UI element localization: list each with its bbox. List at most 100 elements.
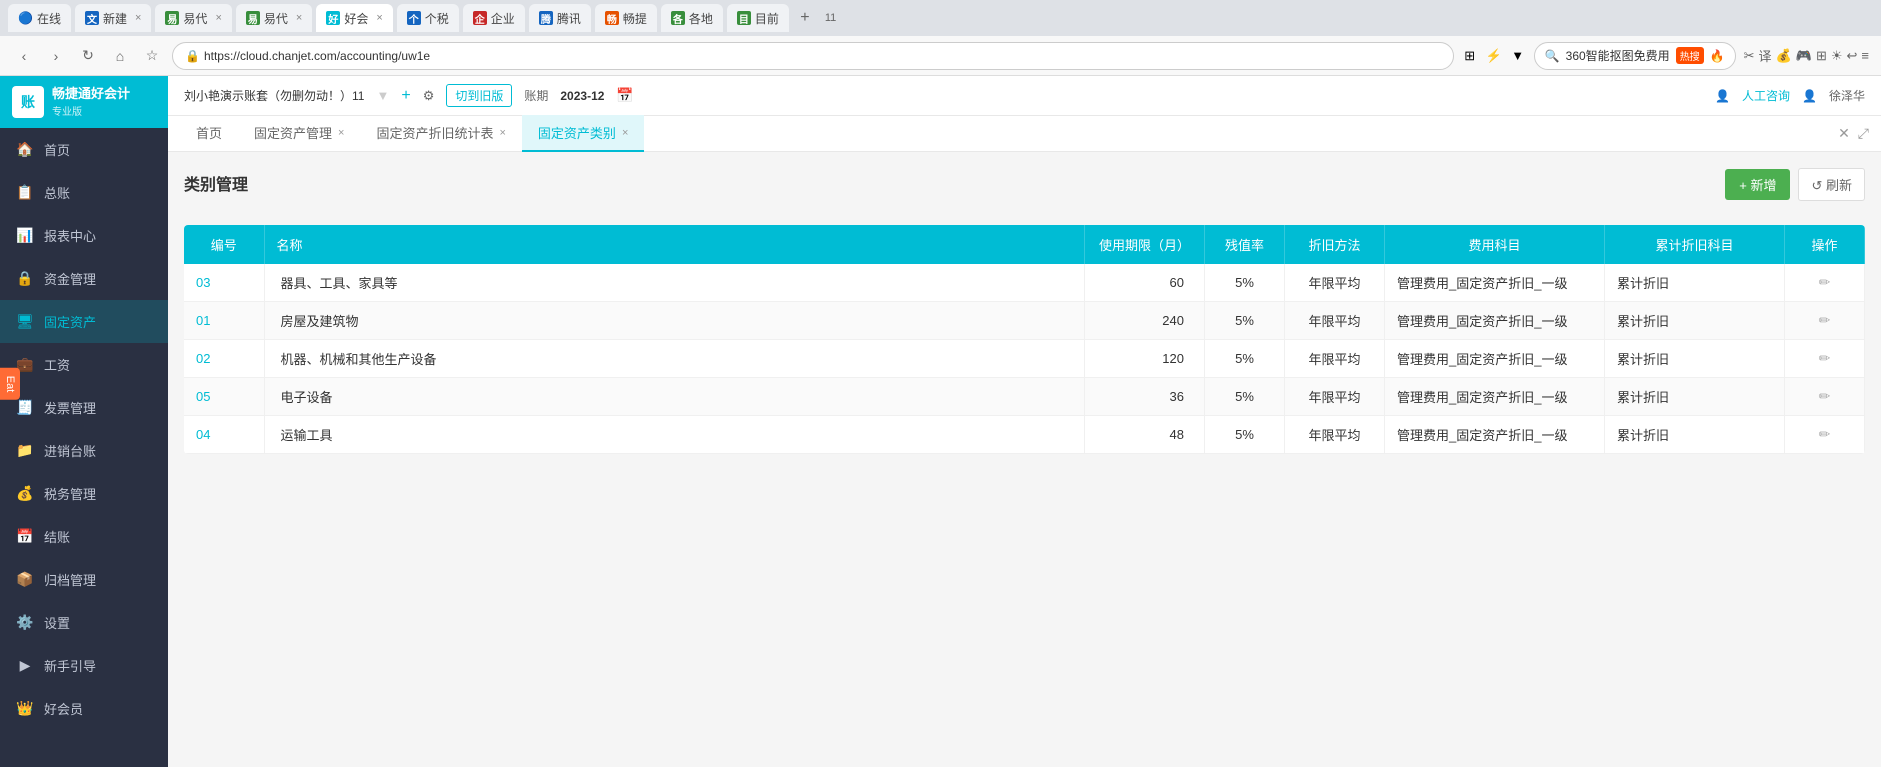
dropdown-arrow[interactable]: ▼ <box>376 88 389 103</box>
content-area: 类别管理 + 新增 ↺ 刷新 编号 名称 使用期限（月） 残值率 折旧方法 费用… <box>168 152 1881 767</box>
add-button[interactable]: + 新增 <box>1725 169 1790 200</box>
tab-close-icon[interactable]: × <box>499 127 505 139</box>
tab-label: 企业 <box>491 10 515 27</box>
tab-close-icon[interactable]: × <box>338 127 344 139</box>
sidebar-item-home[interactable]: 🏠 首页 <box>0 128 168 171</box>
refresh-button[interactable]: ↺ 刷新 <box>1798 168 1865 201</box>
browser-tab-haohui[interactable]: 好 好会 × <box>316 4 392 32</box>
browser-tab-yidai2[interactable]: 易 易代 × <box>236 4 312 32</box>
sidebar-item-fixed-assets[interactable]: 🖥 固定资产 <box>0 300 168 343</box>
back-button[interactable]: ‹ <box>12 44 36 68</box>
tab-close-icon[interactable]: × <box>215 12 221 24</box>
tab-label: 畅提 <box>623 10 647 27</box>
checkout-icon: 📅 <box>16 528 34 546</box>
tab-close-icon[interactable]: × <box>135 12 141 24</box>
consult-label[interactable]: 人工咨询 <box>1742 87 1790 104</box>
sidebar-item-guide[interactable]: ▶ 新手引导 <box>0 644 168 687</box>
float-side-tab[interactable]: Eat <box>0 367 20 400</box>
tab-depreciation-stats[interactable]: 固定资产折旧统计表 × <box>360 115 521 152</box>
sidebar-item-purchase[interactable]: 📁 进销台账 <box>0 429 168 472</box>
game-icon[interactable]: 🎮 <box>1796 48 1812 64</box>
browser-tab-tencent[interactable]: 腾 腾讯 <box>529 4 591 32</box>
switch-version-btn[interactable]: 切到旧版 <box>446 84 512 107</box>
table-row: 05 电子设备 36 5% 年限平均 管理费用_固定资产折旧_一级 累计折旧 ✏ <box>184 378 1865 416</box>
sidebar-item-ledger[interactable]: 📋 总账 <box>0 171 168 214</box>
logo-name: 畅捷通好会计 <box>52 86 130 103</box>
sidebar-item-settings[interactable]: ⚙️ 设置 <box>0 601 168 644</box>
lightning-icon[interactable]: ⚡ <box>1486 48 1502 64</box>
username: 徐泽华 <box>1829 87 1865 104</box>
col-period: 使用期限（月） <box>1085 225 1205 264</box>
tab-close-icon[interactable]: × <box>296 12 302 24</box>
sidebar-item-tax[interactable]: 💰 税务管理 <box>0 472 168 515</box>
tab-label: 固定资产管理 <box>254 123 332 142</box>
edit-icon[interactable]: ✏ <box>1819 388 1831 404</box>
browser-tab-qiye[interactable]: 企 企业 <box>463 4 525 32</box>
browser-tab-bar: 🔵 在线 文 新建 × 易 易代 × 易 易代 × 好 好会 × 个 个税 企 … <box>0 0 1881 36</box>
undo-icon[interactable]: ↩ <box>1847 48 1858 64</box>
sidebar-item-member[interactable]: 👑 好会员 <box>0 687 168 730</box>
translate-icon[interactable]: 译 <box>1759 46 1772 65</box>
bookmark-button[interactable]: ☆ <box>140 44 164 68</box>
table-row: 03 器具、工具、家具等 60 5% 年限平均 管理费用_固定资产折旧_一级 累… <box>184 264 1865 302</box>
new-tab-button[interactable]: + <box>793 6 817 30</box>
browser-tab-changti[interactable]: 畅 畅提 <box>595 4 657 32</box>
table-row: 01 房屋及建筑物 240 5% 年限平均 管理费用_固定资产折旧_一级 累计折… <box>184 302 1865 340</box>
cell-id: 03 <box>184 264 264 302</box>
cell-action: ✏ <box>1785 340 1865 378</box>
url-input[interactable]: 🔒 https://cloud.chanjet.com/accounting/u… <box>172 42 1454 70</box>
extensions-icon[interactable]: ⊞ <box>1462 48 1478 64</box>
tab-fixed-asset-manage[interactable]: 固定资产管理 × <box>238 115 360 152</box>
wallet-icon[interactable]: 💰 <box>1776 48 1792 64</box>
browser-tab-gedi[interactable]: 各 各地 <box>661 4 723 32</box>
edit-icon[interactable]: ✏ <box>1819 350 1831 366</box>
maximize-tab-btn[interactable]: ⤢ <box>1858 125 1869 142</box>
browser-tab-yidai1[interactable]: 易 易代 × <box>155 4 231 32</box>
tax-icon: 💰 <box>16 485 34 503</box>
brightness-icon[interactable]: ☀ <box>1831 48 1843 64</box>
browser-tab-geshui[interactable]: 个 个税 <box>397 4 459 32</box>
settings-btn[interactable]: ⚙ <box>423 88 435 104</box>
browser-tab-online[interactable]: 🔵 在线 <box>8 4 71 32</box>
sidebar-label-tax: 税务管理 <box>44 484 96 503</box>
cut-icon[interactable]: ✂ <box>1744 48 1755 64</box>
browser-tab-muqian[interactable]: 目 目前 <box>727 4 789 32</box>
tab-close-icon[interactable]: × <box>376 12 382 24</box>
cell-name: 房屋及建筑物 <box>264 302 1085 340</box>
cell-residual: 5% <box>1205 378 1285 416</box>
edit-icon[interactable]: ✏ <box>1819 274 1831 290</box>
member-icon: 👑 <box>16 700 34 718</box>
home-button[interactable]: ⌂ <box>108 44 132 68</box>
funds-icon: 🔒 <box>16 270 34 288</box>
col-name: 名称 <box>264 225 1085 264</box>
tab-label: 好会 <box>344 10 368 27</box>
purchase-icon: 📁 <box>16 442 34 460</box>
tab-asset-category[interactable]: 固定资产类别 × <box>522 115 644 152</box>
menu-icon[interactable]: ≡ <box>1861 48 1869 63</box>
sidebar-item-archive[interactable]: 📦 归档管理 <box>0 558 168 601</box>
col-action: 操作 <box>1785 225 1865 264</box>
reload-button[interactable]: ↻ <box>76 44 100 68</box>
sidebar-item-salary[interactable]: 💼 工资 <box>0 343 168 386</box>
edit-icon[interactable]: ✏ <box>1819 426 1831 442</box>
sidebar-item-reports[interactable]: 📊 报表中心 <box>0 214 168 257</box>
cell-period: 48 <box>1085 416 1205 454</box>
tab-home[interactable]: 首页 <box>180 115 238 152</box>
browser-tab-new[interactable]: 文 新建 × <box>75 4 151 32</box>
search-bar[interactable]: 🔍 360智能抠图免费用 热搜 🔥 <box>1534 42 1736 70</box>
calendar-icon[interactable]: 📅 <box>616 87 633 104</box>
tab-label: 易代 <box>183 10 207 27</box>
edit-icon[interactable]: ✏ <box>1819 312 1831 328</box>
forward-button[interactable]: › <box>44 44 68 68</box>
close-tab-btn[interactable]: ✕ <box>1838 125 1850 142</box>
dropdown-icon[interactable]: ▼ <box>1510 48 1526 64</box>
col-accum: 累计折旧科目 <box>1605 225 1785 264</box>
sidebar-item-checkout[interactable]: 📅 结账 <box>0 515 168 558</box>
sidebar-label-guide: 新手引导 <box>44 656 96 675</box>
tab-close-icon[interactable]: × <box>622 127 628 139</box>
sidebar-item-funds[interactable]: 🔒 资金管理 <box>0 257 168 300</box>
tab-label: 固定资产类别 <box>538 123 616 142</box>
add-account-btn[interactable]: + <box>401 87 410 105</box>
sidebar-item-invoice[interactable]: 🧾 发票管理 <box>0 386 168 429</box>
grid-icon[interactable]: ⊞ <box>1816 48 1827 64</box>
